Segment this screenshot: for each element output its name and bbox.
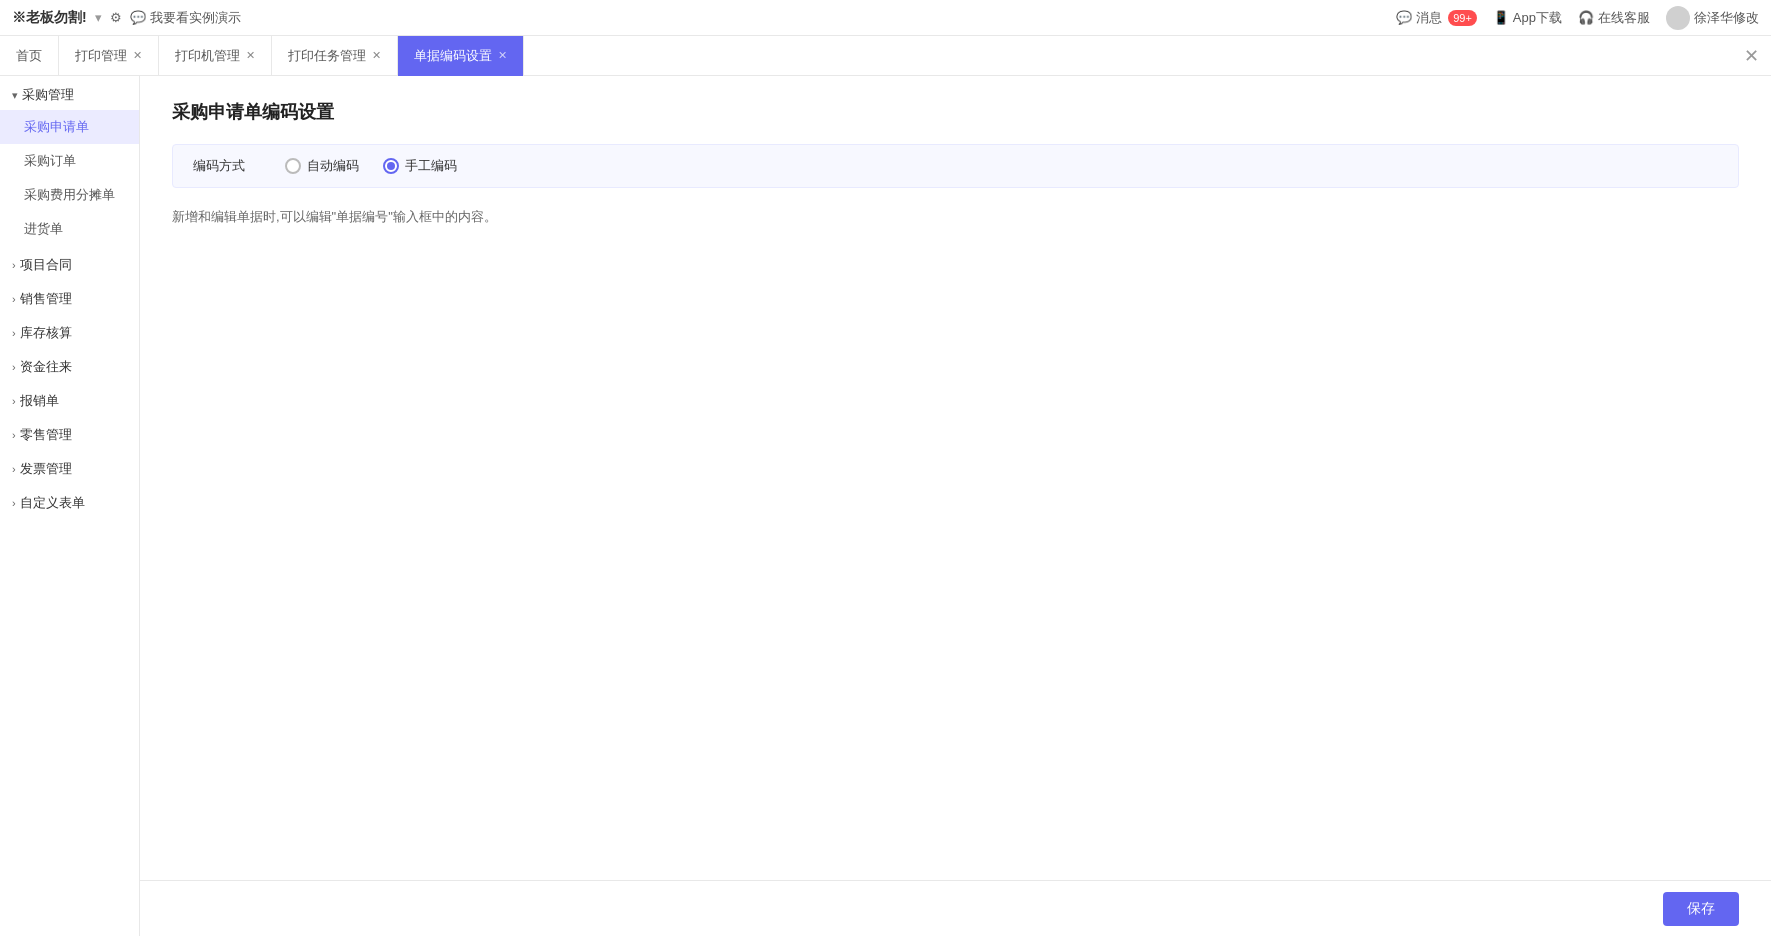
content-area: 采购申请单编码设置 编码方式 自动编码 手工编码 新增和编辑单据时,可以编辑"单… (140, 76, 1771, 936)
close-all-tabs[interactable]: ✕ (1732, 45, 1771, 67)
sidebar-group-sales-label: 销售管理 (20, 290, 72, 308)
message-icon-item[interactable]: 💬 消息 99+ (1396, 9, 1477, 27)
chevron-right-icon8: › (12, 497, 16, 509)
sidebar-item-purchase-order-label: 采购订单 (24, 153, 76, 168)
sidebar-group-title-project[interactable]: › 项目合同 (0, 246, 139, 280)
sidebar: ▾ 采购管理 采购申请单 采购订单 采购费用分摊单 进货单 › 项目合同 (0, 76, 140, 936)
sidebar-group-title-retail[interactable]: › 零售管理 (0, 416, 139, 450)
settings-icon[interactable]: ⚙ (110, 10, 122, 25)
tab-bar: 首页 打印管理 ✕ 打印机管理 ✕ 打印任务管理 ✕ 单据编码设置 ✕ ✕ (0, 36, 1771, 76)
sidebar-group-custom-form: › 自定义表单 (0, 484, 139, 518)
auto-encoding-option[interactable]: 自动编码 (285, 157, 359, 175)
main-layout: ▾ 采购管理 采购申请单 采购订单 采购费用分摊单 进货单 › 项目合同 (0, 76, 1771, 936)
sidebar-group-procurement-label: 采购管理 (22, 86, 74, 104)
top-bar-left: ※老板勿割! ▾ ⚙ 💬 我要看实例演示 (12, 9, 241, 27)
sidebar-group-expense: › 报销单 (0, 382, 139, 416)
user-item[interactable]: 徐泽华修改 (1666, 6, 1759, 30)
chevron-right-icon5: › (12, 395, 16, 407)
online-service-label: 在线客服 (1598, 9, 1650, 27)
bottom-bar: 保存 (140, 880, 1771, 936)
sidebar-item-procurement-request[interactable]: 采购申请单 (0, 110, 139, 144)
manual-encoding-option[interactable]: 手工编码 (383, 157, 457, 175)
demo-link[interactable]: 💬 我要看实例演示 (130, 9, 241, 27)
user-name: 徐泽华修改 (1694, 9, 1759, 27)
chevron-right-icon6: › (12, 429, 16, 441)
app-download-label: App下载 (1513, 9, 1562, 27)
sidebar-group-title-invoice[interactable]: › 发票管理 (0, 450, 139, 484)
sidebar-item-purchase-order[interactable]: 采购订单 (0, 144, 139, 178)
encoding-method-label: 编码方式 (193, 157, 245, 175)
auto-encoding-label: 自动编码 (307, 157, 359, 175)
sidebar-group-inventory-label: 库存核算 (20, 324, 72, 342)
sidebar-group-sales: › 销售管理 (0, 280, 139, 314)
sidebar-item-inbound[interactable]: 进货单 (0, 212, 139, 246)
tab-print-task-close[interactable]: ✕ (372, 49, 381, 62)
logo-text: ※老板勿割! (12, 9, 87, 27)
app-download-icon: 📱 (1493, 10, 1509, 25)
demo-text: 我要看实例演示 (150, 9, 241, 27)
sidebar-group-invoice: › 发票管理 (0, 450, 139, 484)
sidebar-item-inbound-label: 进货单 (24, 221, 63, 236)
app-download-item[interactable]: 📱 App下载 (1493, 9, 1562, 27)
tab-print-management-label: 打印管理 (75, 47, 127, 65)
chevron-right-icon7: › (12, 463, 16, 475)
sidebar-group-title-procurement[interactable]: ▾ 采购管理 (0, 76, 139, 110)
auto-encoding-radio[interactable] (285, 158, 301, 174)
tab-print-task[interactable]: 打印任务管理 ✕ (272, 36, 398, 76)
tab-encoding-settings[interactable]: 单据编码设置 ✕ (398, 36, 524, 76)
sidebar-group-project: › 项目合同 (0, 246, 139, 280)
sidebar-group-expense-label: 报销单 (20, 392, 59, 410)
sidebar-group-retail: › 零售管理 (0, 416, 139, 450)
chevron-right-icon: › (12, 259, 16, 271)
top-bar: ※老板勿割! ▾ ⚙ 💬 我要看实例演示 💬 消息 99+ 📱 App下载 🎧 … (0, 0, 1771, 36)
tab-printer-management-label: 打印机管理 (175, 47, 240, 65)
tab-encoding-settings-label: 单据编码设置 (414, 47, 492, 65)
tab-print-task-label: 打印任务管理 (288, 47, 366, 65)
sidebar-group-title-expense[interactable]: › 报销单 (0, 382, 139, 416)
manual-encoding-label: 手工编码 (405, 157, 457, 175)
chevron-down-icon: ▾ (12, 89, 18, 102)
sidebar-item-procurement-expense[interactable]: 采购费用分摊单 (0, 178, 139, 212)
tab-encoding-settings-close[interactable]: ✕ (498, 49, 507, 62)
sidebar-item-procurement-expense-label: 采购费用分摊单 (24, 187, 115, 202)
encoding-row: 编码方式 自动编码 手工编码 (172, 144, 1739, 188)
tab-print-management-close[interactable]: ✕ (133, 49, 142, 62)
sidebar-group-capital-label: 资金往来 (20, 358, 72, 376)
sidebar-group-custom-form-label: 自定义表单 (20, 494, 85, 512)
manual-encoding-radio[interactable] (383, 158, 399, 174)
tab-printer-management-close[interactable]: ✕ (246, 49, 255, 62)
message-badge: 99+ (1448, 10, 1477, 26)
online-service-icon: 🎧 (1578, 10, 1594, 25)
top-bar-right: 💬 消息 99+ 📱 App下载 🎧 在线客服 徐泽华修改 (1396, 6, 1759, 30)
sidebar-group-title-custom-form[interactable]: › 自定义表单 (0, 484, 139, 518)
message-icon: 💬 (1396, 10, 1412, 25)
tab-print-management[interactable]: 打印管理 ✕ (59, 36, 159, 76)
tab-home-label: 首页 (16, 47, 42, 65)
sidebar-group-invoice-label: 发票管理 (20, 460, 72, 478)
sidebar-group-capital: › 资金往来 (0, 348, 139, 382)
sidebar-group-retail-label: 零售管理 (20, 426, 72, 444)
arrow-icon[interactable]: ▾ (95, 10, 102, 25)
sidebar-item-procurement-request-label: 采购申请单 (24, 119, 89, 134)
hint-text: 新增和编辑单据时,可以编辑"单据编号"输入框中的内容。 (172, 208, 1739, 226)
message-label: 消息 (1416, 9, 1442, 27)
demo-icon: 💬 (130, 10, 146, 25)
sidebar-group-procurement: ▾ 采购管理 采购申请单 采购订单 采购费用分摊单 进货单 (0, 76, 139, 246)
sidebar-group-title-inventory[interactable]: › 库存核算 (0, 314, 139, 348)
tab-home[interactable]: 首页 (0, 36, 59, 76)
online-service-item[interactable]: 🎧 在线客服 (1578, 9, 1650, 27)
chevron-right-icon3: › (12, 327, 16, 339)
sidebar-group-inventory: › 库存核算 (0, 314, 139, 348)
sidebar-group-title-sales[interactable]: › 销售管理 (0, 280, 139, 314)
save-button[interactable]: 保存 (1663, 892, 1739, 926)
avatar (1666, 6, 1690, 30)
chevron-right-icon2: › (12, 293, 16, 305)
tab-printer-management[interactable]: 打印机管理 ✕ (159, 36, 272, 76)
content-main: 采购申请单编码设置 编码方式 自动编码 手工编码 新增和编辑单据时,可以编辑"单… (140, 76, 1771, 880)
sidebar-group-title-capital[interactable]: › 资金往来 (0, 348, 139, 382)
sidebar-group-project-label: 项目合同 (20, 256, 72, 274)
chevron-right-icon4: › (12, 361, 16, 373)
page-title: 采购申请单编码设置 (172, 100, 1739, 124)
